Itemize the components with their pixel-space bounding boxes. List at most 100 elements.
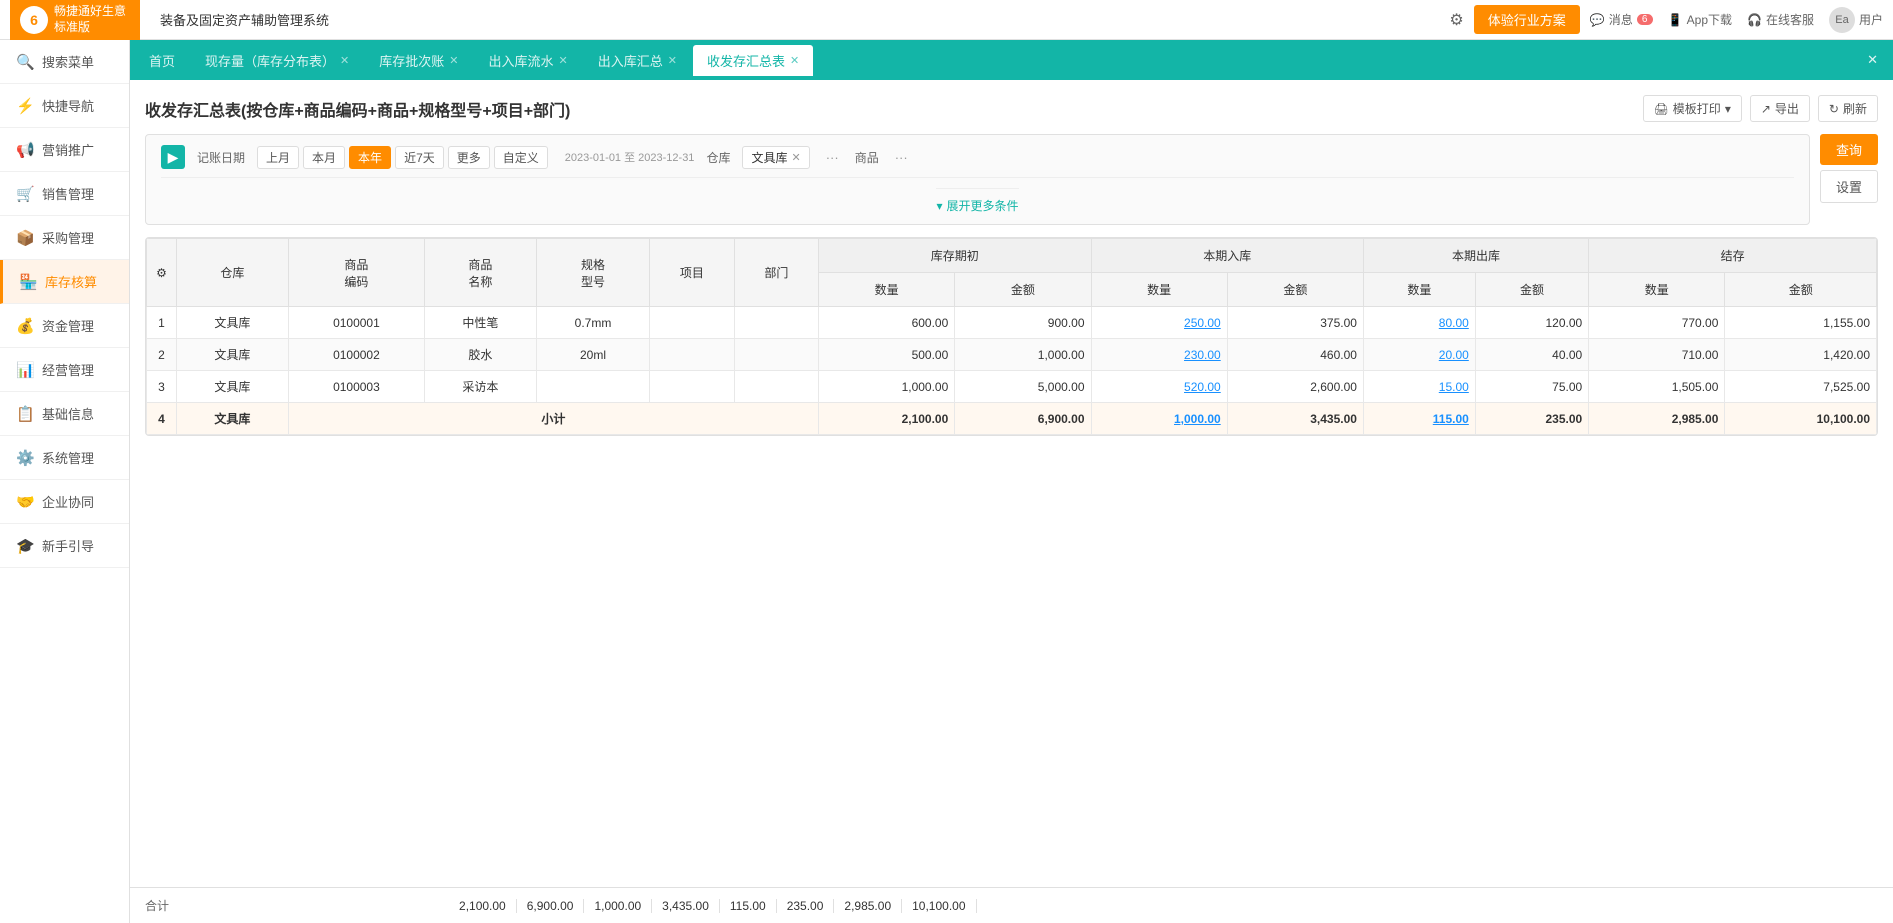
sidebar-item-sales[interactable]: 🛒 销售管理 xyxy=(0,172,129,216)
sidebar-label: 搜索菜单 xyxy=(42,52,94,71)
message-btn[interactable]: 💬 消息 6 xyxy=(1590,11,1653,28)
app-download-btn[interactable]: 📱 App下载 xyxy=(1668,11,1732,28)
subtotal-out-amt: 235.00 xyxy=(1475,403,1588,435)
subtotal-in-qty[interactable]: 1,000.00 xyxy=(1091,403,1227,435)
date-btn-7days[interactable]: 近7天 xyxy=(395,146,444,169)
row-balance-amt: 7,525.00 xyxy=(1725,371,1877,403)
row-in-qty[interactable]: 230.00 xyxy=(1091,339,1227,371)
footer-balance-qty: 2,985.00 xyxy=(834,899,902,913)
online-service-btn[interactable]: 🎧 在线客服 xyxy=(1747,11,1814,28)
sidebar-item-enterprise[interactable]: 🤝 企业协同 xyxy=(0,480,129,524)
settings-icon[interactable]: ⚙ xyxy=(1449,10,1463,30)
date-btn-this-month[interactable]: 本月 xyxy=(303,146,345,169)
tab-recv-send[interactable]: 收发存汇总表 ✕ xyxy=(693,45,813,76)
sidebar-item-inventory[interactable]: 🏪 库存核算 xyxy=(0,260,129,304)
subtotal-in-amt: 3,435.00 xyxy=(1227,403,1363,435)
sidebar-item-marketing[interactable]: 📢 营销推广 xyxy=(0,128,129,172)
row-project xyxy=(650,307,734,339)
inventory-icon: 🏪 xyxy=(19,273,37,291)
refresh-btn[interactable]: ↻ 刷新 xyxy=(1818,95,1878,122)
print-icon: 🖨 xyxy=(1654,102,1669,116)
row-goods-code: 0100002 xyxy=(288,339,424,371)
footer-opening-qty: 2,100.00 xyxy=(449,899,517,913)
user-btn[interactable]: Ea 用户 xyxy=(1829,7,1883,33)
sidebar-label: 采购管理 xyxy=(42,228,94,247)
sidebar-item-newbie[interactable]: 🎓 新手引导 xyxy=(0,524,129,568)
sidebar-item-purchase[interactable]: 📦 采购管理 xyxy=(0,216,129,260)
date-buttons: 上月 本月 本年 近7天 更多 自定义 xyxy=(257,146,548,169)
logo-area: 6 畅捷通好生意 标准版 xyxy=(10,0,140,40)
col-out-header: 本期出库 xyxy=(1363,239,1588,273)
row-warehouse: 文具库 xyxy=(177,307,289,339)
settings-btn[interactable]: 设置 xyxy=(1820,170,1878,203)
logo-text: 畅捷通好生意 标准版 xyxy=(54,4,126,35)
close-main-btn[interactable]: ✕ xyxy=(1857,47,1888,73)
tab-close-icon[interactable]: ✕ xyxy=(559,54,568,67)
row-in-qty[interactable]: 250.00 xyxy=(1091,307,1227,339)
col-dept-header: 部门 xyxy=(734,239,818,307)
sidebar-item-operations[interactable]: 📊 经营管理 xyxy=(0,348,129,392)
date-btn-last-month[interactable]: 上月 xyxy=(257,146,299,169)
row-index: 2 xyxy=(147,339,177,371)
subtotal-index: 4 xyxy=(147,403,177,435)
try-btn[interactable]: 体验行业方案 xyxy=(1474,5,1580,34)
sidebar-item-search[interactable]: 🔍 搜索菜单 xyxy=(0,40,129,84)
date-filter-label: 记账日期 xyxy=(197,149,245,166)
tab-label: 收发存汇总表 xyxy=(707,51,785,70)
footer-in-amt: 3,435.00 xyxy=(652,899,720,913)
subtotal-opening-amt: 6,900.00 xyxy=(955,403,1091,435)
sidebar-item-system[interactable]: ⚙️ 系统管理 xyxy=(0,436,129,480)
top-bar: 6 畅捷通好生意 标准版 装备及固定资产辅助管理系统 ⚙ 体验行业方案 💬 消息… xyxy=(0,0,1893,40)
col-warehouse-header: 仓库 xyxy=(177,239,289,307)
col-out-amt: 金额 xyxy=(1475,273,1588,307)
date-btn-custom[interactable]: 自定义 xyxy=(494,146,548,169)
warehouse-tag[interactable]: 文具库 ✕ xyxy=(742,146,809,169)
message-badge: 6 xyxy=(1637,14,1653,25)
row-out-qty[interactable]: 15.00 xyxy=(1363,371,1475,403)
row-out-qty[interactable]: 80.00 xyxy=(1363,307,1475,339)
tab-label: 出入库汇总 xyxy=(598,51,663,70)
tab-close-icon[interactable]: ✕ xyxy=(668,54,677,67)
col-goodscode-header: 商品编码 xyxy=(288,239,424,307)
expand-btn[interactable]: ▾ 展开更多条件 xyxy=(936,188,1018,214)
filter-collapse-btn[interactable]: ▶ xyxy=(161,145,185,169)
print-btn[interactable]: 🖨 模板打印 ▾ xyxy=(1643,95,1742,122)
sidebar-label: 营销推广 xyxy=(42,140,94,159)
tab-inout-flow[interactable]: 出入库流水 ✕ xyxy=(474,45,581,76)
goods-more-btn[interactable]: ··· xyxy=(891,150,912,165)
sidebar-label: 资金管理 xyxy=(42,316,94,335)
date-btn-this-year[interactable]: 本年 xyxy=(349,146,391,169)
subtotal-out-qty[interactable]: 115.00 xyxy=(1363,403,1475,435)
tab-close-icon[interactable]: ✕ xyxy=(790,54,799,67)
marketing-icon: 📢 xyxy=(16,141,34,159)
tab-batch[interactable]: 库存批次账 ✕ xyxy=(365,45,472,76)
col-out-qty: 数量 xyxy=(1363,273,1475,307)
export-btn[interactable]: ↗ 导出 xyxy=(1750,95,1810,122)
sidebar-item-quick[interactable]: ⚡ 快捷导航 xyxy=(0,84,129,128)
query-btn[interactable]: 查询 xyxy=(1820,134,1878,165)
row-department xyxy=(734,371,818,403)
col-goodsname-header: 商品名称 xyxy=(425,239,537,307)
tab-home[interactable]: 首页 xyxy=(135,45,189,76)
row-out-qty[interactable]: 20.00 xyxy=(1363,339,1475,371)
date-range-text: 2023-01-01 至 2023-12-31 xyxy=(565,149,695,165)
sidebar-item-finance[interactable]: 💰 资金管理 xyxy=(0,304,129,348)
date-btn-more[interactable]: 更多 xyxy=(448,146,490,169)
row-opening-amt: 900.00 xyxy=(955,307,1091,339)
basic-icon: 📋 xyxy=(16,405,34,423)
tab-close-icon[interactable]: ✕ xyxy=(449,54,458,67)
subtotal-balance-amt: 10,100.00 xyxy=(1725,403,1877,435)
row-balance-qty: 770.00 xyxy=(1589,307,1725,339)
subtotal-balance-qty: 2,985.00 xyxy=(1589,403,1725,435)
tab-inout-summary[interactable]: 出入库汇总 ✕ xyxy=(584,45,691,76)
tab-close-icon[interactable]: ✕ xyxy=(340,54,349,67)
row-index: 3 xyxy=(147,371,177,403)
tab-inventory-dist[interactable]: 现存量（库存分布表） ✕ xyxy=(191,45,363,76)
row-balance-amt: 1,420.00 xyxy=(1725,339,1877,371)
row-in-qty[interactable]: 520.00 xyxy=(1091,371,1227,403)
warehouse-more-btn[interactable]: ··· xyxy=(822,150,843,165)
warehouse-tag-close[interactable]: ✕ xyxy=(791,151,800,164)
sidebar-item-basic[interactable]: 📋 基础信息 xyxy=(0,392,129,436)
row-department xyxy=(734,339,818,371)
expand-section: ▾ 展开更多条件 xyxy=(161,177,1794,214)
